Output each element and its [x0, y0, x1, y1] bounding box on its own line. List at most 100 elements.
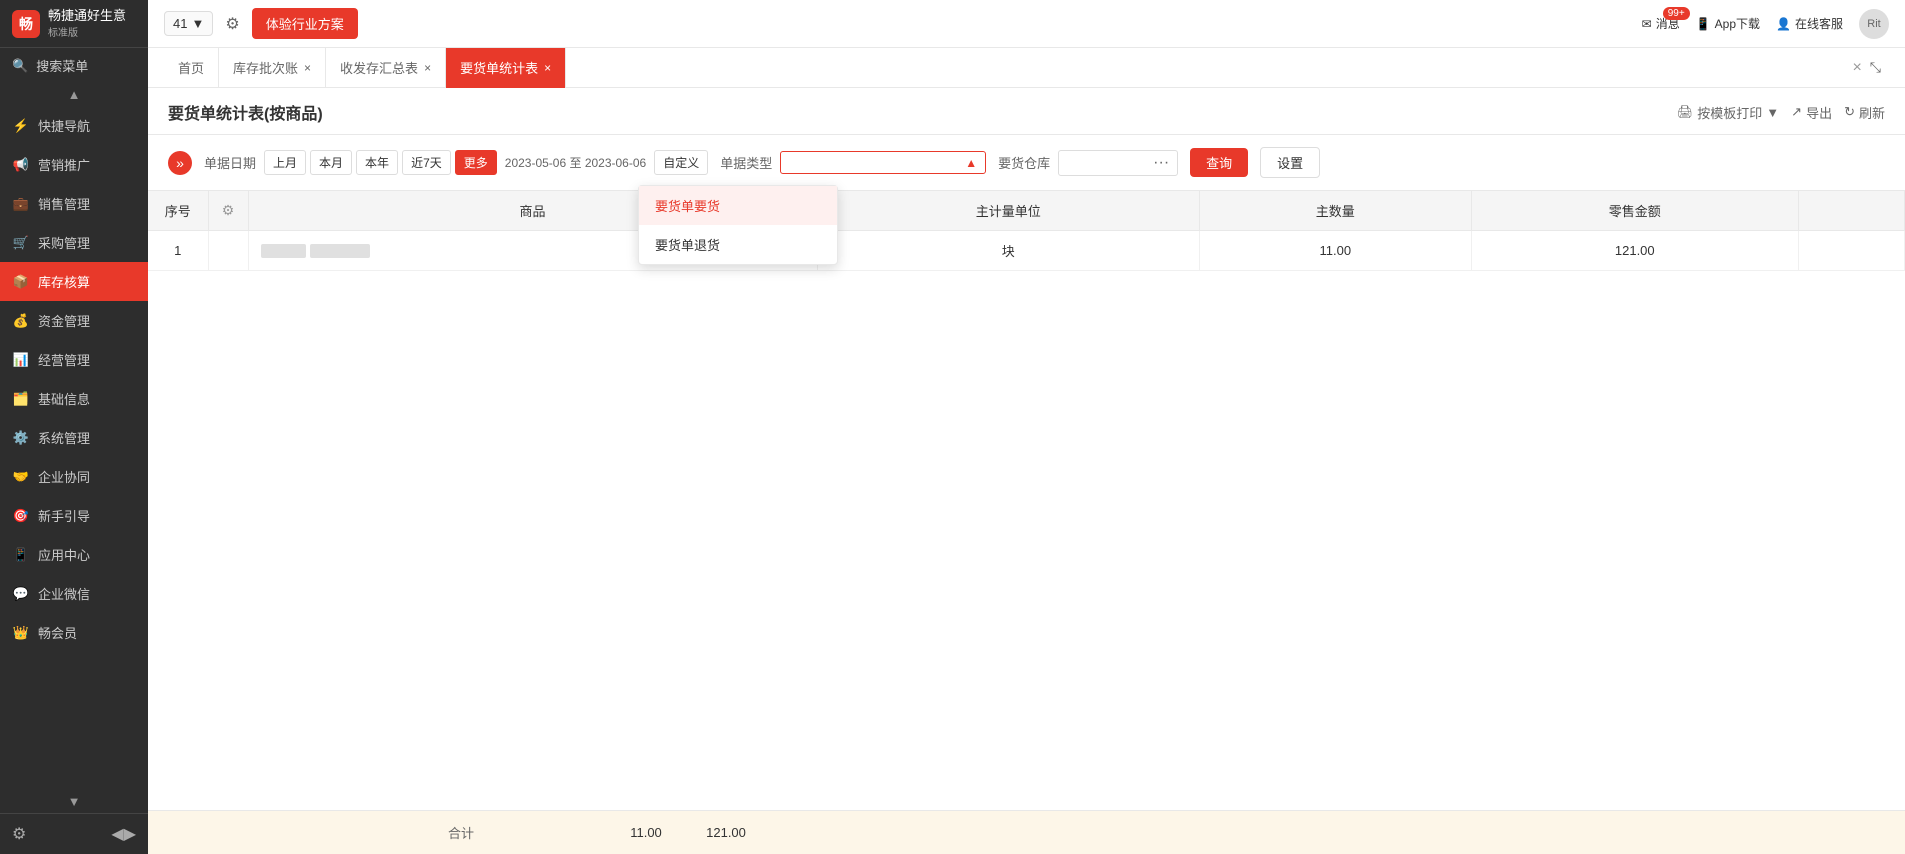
date-btn-more[interactable]: 更多 [455, 150, 497, 175]
type-dropdown: 要货单要货 要货单退货 [638, 185, 838, 265]
inventory-icon: 📦 [12, 273, 30, 291]
topbar-gear-icon[interactable]: ⚙ [225, 14, 239, 34]
operation-icon: 📊 [12, 351, 30, 369]
avatar[interactable]: Rit [1859, 9, 1889, 39]
sidebar-item-guide[interactable]: 🎯 新手引导 [0, 496, 148, 535]
date-btn-month[interactable]: 本月 [310, 150, 352, 175]
warehouse-dots-icon[interactable]: ··· [1153, 154, 1169, 172]
col-header-extra [1798, 191, 1904, 231]
page-header: 要货单统计表(按商品) 🖨 按模板打印 ▼ ↗ 导出 ↻ 刷新 [148, 88, 1905, 135]
dropdown-item-return[interactable]: 要货单退货 [639, 225, 837, 264]
message-badge: 99+ [1663, 7, 1690, 20]
type-input[interactable] [789, 155, 965, 170]
footer-amount: 121.00 [686, 825, 766, 840]
print-button[interactable]: 🖨 按模板打印 ▼ [1677, 103, 1779, 122]
member-icon: 👑 [12, 624, 30, 642]
cell-unit: 块 [817, 231, 1199, 271]
collapse-icon[interactable]: ◀▶ [111, 824, 136, 844]
sidebar-item-quick-nav[interactable]: ⚡ 快捷导航 [0, 106, 148, 145]
cell-seq: 1 [148, 231, 208, 271]
type-chevron-icon[interactable]: ▲ [965, 156, 977, 170]
content-area: 要货单统计表(按商品) 🖨 按模板打印 ▼ ↗ 导出 ↻ 刷新 [148, 88, 1905, 854]
wechat-icon: 💬 [12, 585, 30, 603]
warehouse-select[interactable]: ··· [1058, 150, 1178, 176]
sidebar-item-operation[interactable]: 📊 经营管理 [0, 340, 148, 379]
page-actions: 🖨 按模板打印 ▼ ↗ 导出 ↻ 刷新 [1677, 103, 1885, 122]
col-header-amount: 零售金额 [1471, 191, 1798, 231]
guide-icon: 🎯 [12, 507, 30, 525]
col-header-gear[interactable]: ⚙ [208, 191, 248, 231]
settings-button[interactable]: 设置 [1260, 147, 1320, 178]
date-btn-7days[interactable]: 近7天 [402, 150, 451, 175]
page-title: 要货单统计表(按商品) [168, 100, 323, 124]
sidebar: 畅 畅捷通好生意 标准版 🔍 搜索菜单 ▲ ⚡ 快捷导航 📢 营销推广 💼 销售… [0, 0, 148, 854]
sidebar-item-wechat[interactable]: 💬 企业微信 [0, 574, 148, 613]
online-service-button[interactable]: 👤 在线客服 [1776, 15, 1843, 32]
col-header-unit: 主计量单位 [817, 191, 1199, 231]
sidebar-item-sales[interactable]: 💼 销售管理 [0, 184, 148, 223]
chevron-down-icon: ▼ [191, 16, 204, 31]
tab-receivable[interactable]: 收发存汇总表 × [326, 48, 446, 88]
app-download-button[interactable]: 📱 App下载 [1696, 15, 1760, 32]
message-icon: ✉ [1642, 17, 1652, 31]
export-button[interactable]: ↗ 导出 [1791, 103, 1832, 122]
table-settings-icon[interactable]: ⚙ [222, 202, 235, 218]
tab-close-receivable[interactable]: × [424, 61, 431, 75]
sidebar-item-basic[interactable]: 🗂️ 基础信息 [0, 379, 148, 418]
sidebar-item-purchase[interactable]: 🛒 采购管理 [0, 223, 148, 262]
sidebar-nav: ⚡ 快捷导航 📢 营销推广 💼 销售管理 🛒 采购管理 📦 库存核算 💰 资金管… [0, 106, 148, 790]
refresh-button[interactable]: ↻ 刷新 [1844, 103, 1885, 122]
sidebar-scroll-down[interactable]: ▼ [0, 790, 148, 813]
sales-icon: 💼 [12, 195, 30, 213]
tab-close-order[interactable]: × [544, 61, 551, 75]
date-btn-year[interactable]: 本年 [356, 150, 398, 175]
product-placeholder-1 [261, 244, 306, 258]
page-title-row: 要货单统计表(按商品) 🖨 按模板打印 ▼ ↗ 导出 ↻ 刷新 [168, 100, 1885, 124]
query-button[interactable]: 查询 [1190, 148, 1248, 177]
sidebar-item-enterprise[interactable]: 🤝 企业协同 [0, 457, 148, 496]
date-buttons: 上月 本月 本年 近7天 更多 [264, 150, 497, 175]
tab-order-summary[interactable]: 要货单统计表 × [446, 48, 566, 88]
dropdown-item-purchase[interactable]: 要货单要货 [639, 186, 837, 225]
messages-button[interactable]: ✉ 消息 99+ [1642, 15, 1680, 32]
filter-bar: » 单据日期 上月 本月 本年 近7天 更多 2023-05-06 至 2023… [148, 135, 1905, 191]
sidebar-logo: 畅 畅捷通好生意 标准版 [0, 0, 148, 48]
purchase-icon: 🛒 [12, 234, 30, 252]
sidebar-item-system[interactable]: ⚙️ 系统管理 [0, 418, 148, 457]
cell-amount: 121.00 [1471, 231, 1798, 271]
tab-expand-icon[interactable]: ⤡ [1870, 59, 1881, 76]
trial-button[interactable]: 体验行业方案 [252, 8, 358, 39]
download-icon: 📱 [1696, 17, 1711, 31]
basic-icon: 🗂️ [12, 390, 30, 408]
date-filter-group: 单据日期 上月 本月 本年 近7天 更多 2023-05-06 至 2023-0… [204, 150, 708, 175]
tab-close-batch[interactable]: × [304, 61, 311, 75]
cell-extra [1798, 231, 1904, 271]
close-all-icon[interactable]: × [1852, 59, 1861, 77]
sidebar-search[interactable]: 🔍 搜索菜单 [0, 48, 148, 83]
product-placeholder-2 [310, 244, 370, 258]
filter-expand-button[interactable]: » [168, 151, 192, 175]
type-filter-group: 单据类型 ▲ [720, 151, 986, 174]
topbar: 41 ▼ ⚙ 体验行业方案 ✉ 消息 99+ 📱 App下载 👤 在线客服 Ri… [148, 0, 1905, 48]
date-btn-up[interactable]: 上月 [264, 150, 306, 175]
custom-date-button[interactable]: 自定义 [654, 150, 708, 175]
system-icon: ⚙️ [12, 429, 30, 447]
app-logo-icon: 畅 [12, 10, 40, 38]
sidebar-scroll-up[interactable]: ▲ [0, 83, 148, 106]
sidebar-item-member[interactable]: 👑 畅会员 [0, 613, 148, 652]
warehouse-label: 要货仓库 [998, 153, 1050, 172]
type-select[interactable]: ▲ [780, 151, 986, 174]
table-row: 1 块 11.00 121.00 [148, 231, 1905, 271]
settings-icon[interactable]: ⚙ [12, 824, 26, 844]
sidebar-item-inventory[interactable]: 📦 库存核算 [0, 262, 148, 301]
main-content: 41 ▼ ⚙ 体验行业方案 ✉ 消息 99+ 📱 App下载 👤 在线客服 Ri… [148, 0, 1905, 854]
sidebar-item-appstore[interactable]: 📱 应用中心 [0, 535, 148, 574]
tab-home[interactable]: 首页 [164, 48, 219, 88]
print-chevron-icon: ▼ [1766, 105, 1779, 120]
export-icon: ↗ [1791, 104, 1802, 120]
tabbar: 首页 库存批次账 × 收发存汇总表 × 要货单统计表 × × ⤡ [148, 48, 1905, 88]
tab-batch-account[interactable]: 库存批次账 × [219, 48, 326, 88]
sidebar-item-marketing[interactable]: 📢 营销推广 [0, 145, 148, 184]
sidebar-item-finance[interactable]: 💰 资金管理 [0, 301, 148, 340]
company-select[interactable]: 41 ▼ [164, 11, 213, 36]
